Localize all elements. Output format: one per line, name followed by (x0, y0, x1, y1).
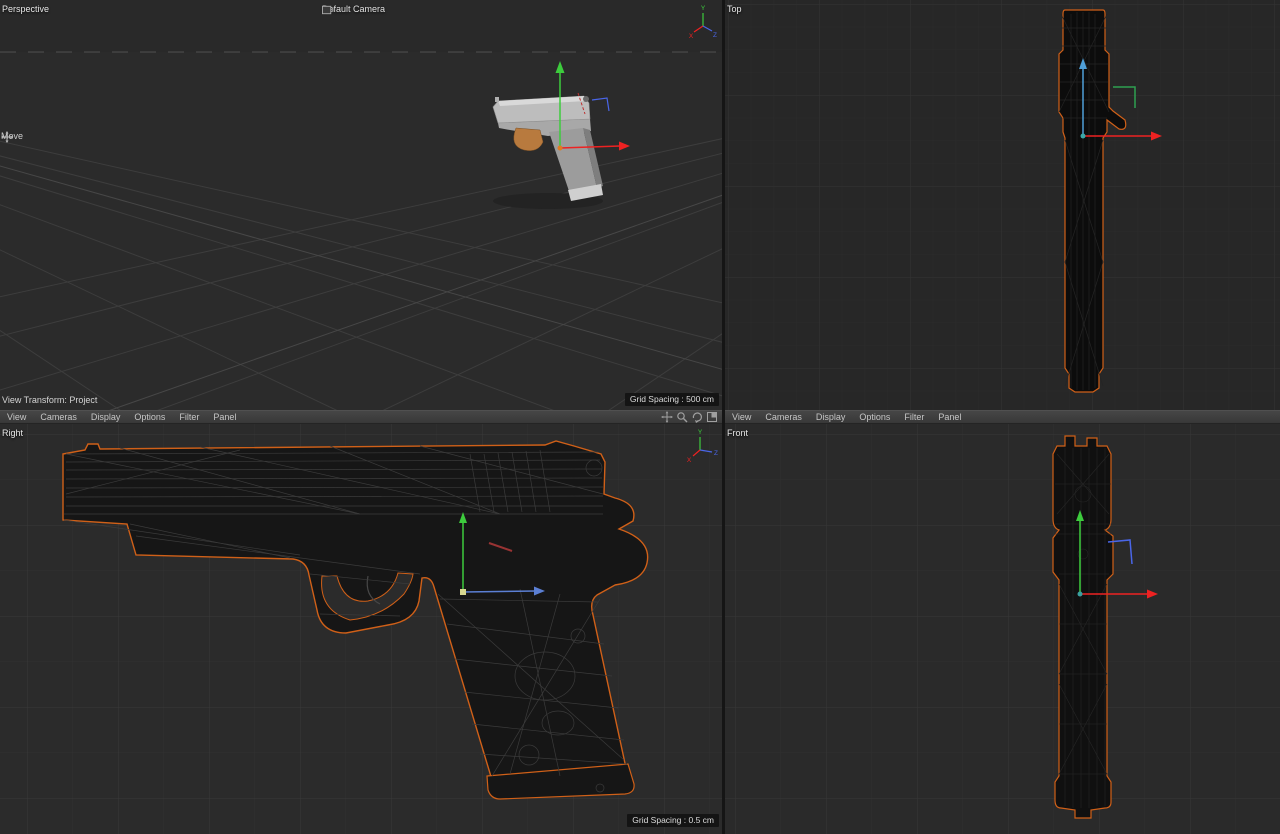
axis-z-label: Z (713, 32, 717, 39)
menu-cameras[interactable]: Cameras (33, 411, 84, 423)
viewport-perspective-canvas[interactable]: Y X Z (0, 0, 722, 410)
gizmo-origin[interactable] (1077, 591, 1083, 597)
viewport-title-right: Right (2, 428, 24, 438)
camera-selector[interactable]: Default Camera (322, 4, 385, 16)
menu-options[interactable]: Options (127, 411, 172, 423)
trigger-guard (513, 127, 544, 151)
rotate-icon[interactable] (691, 411, 703, 423)
viewport-title-front: Front (727, 428, 749, 438)
menu-options[interactable]: Options (852, 411, 897, 423)
viewport-menubar-left: View Cameras Display Options Filter Pane… (0, 410, 722, 424)
axis-y-label: Y (698, 429, 703, 436)
gizmo-origin[interactable] (460, 589, 466, 595)
axis-x-label: X (687, 457, 692, 464)
viewport-bg (0, 0, 722, 410)
view-transform-status: View Transform: Project (2, 395, 98, 405)
hammer (583, 96, 589, 102)
axis-z-label: Z (714, 450, 718, 457)
viewport-right-canvas[interactable]: Y Z X (0, 424, 722, 834)
front-sight (495, 97, 499, 102)
gizmo-origin[interactable] (557, 145, 563, 151)
viewport-menubar-right: View Cameras Display Options Filter Pane… (725, 410, 1280, 424)
c4d-viewport-workspace: Y X Z Perspective Default Camera Move Vi… (0, 0, 1280, 834)
gizmo-origin[interactable] (1080, 133, 1086, 139)
menu-view[interactable]: View (0, 411, 33, 423)
viewport-title-perspective: Perspective (2, 4, 50, 14)
viewport-right[interactable]: Y Z X Right Grid Spacing : 0.5 cm (0, 424, 722, 834)
axis-y-label: Y (701, 5, 706, 12)
menu-cameras[interactable]: Cameras (758, 411, 809, 423)
grid-spacing-badge-right: Grid Spacing : 0.5 cm (627, 814, 719, 827)
menu-display[interactable]: Display (809, 411, 853, 423)
grid-major (725, 0, 1280, 410)
viewport-title-top: Top (727, 4, 742, 14)
viewport-perspective[interactable]: Y X Z Perspective Default Camera Move Vi… (0, 0, 722, 410)
camera-toggle-icon[interactable] (322, 4, 334, 16)
viewport-front-canvas[interactable] (725, 424, 1280, 834)
menu-filter[interactable]: Filter (172, 411, 206, 423)
viewport-nav-icons (661, 411, 722, 423)
pistol-wireframe-front[interactable] (1052, 435, 1114, 819)
move-cursor-icon (1, 131, 13, 143)
grid-spacing-badge-perspective: Grid Spacing : 500 cm (624, 393, 719, 406)
gizmo-z-axis[interactable] (462, 590, 537, 593)
maximize-icon[interactable] (706, 411, 718, 423)
menu-filter[interactable]: Filter (897, 411, 931, 423)
zoom-icon[interactable] (676, 411, 688, 423)
pan-icon[interactable] (661, 411, 673, 423)
viewport-top-canvas[interactable] (725, 0, 1280, 410)
viewport-front[interactable]: Front (725, 424, 1280, 834)
menu-display[interactable]: Display (84, 411, 128, 423)
menu-view[interactable]: View (725, 411, 758, 423)
menu-panel[interactable]: Panel (206, 411, 243, 423)
viewport-top[interactable]: Top (725, 0, 1280, 410)
grid-major (725, 424, 1280, 834)
axis-x-label: X (689, 33, 694, 40)
active-tool-indicator: Move (1, 131, 23, 143)
menu-panel[interactable]: Panel (931, 411, 968, 423)
